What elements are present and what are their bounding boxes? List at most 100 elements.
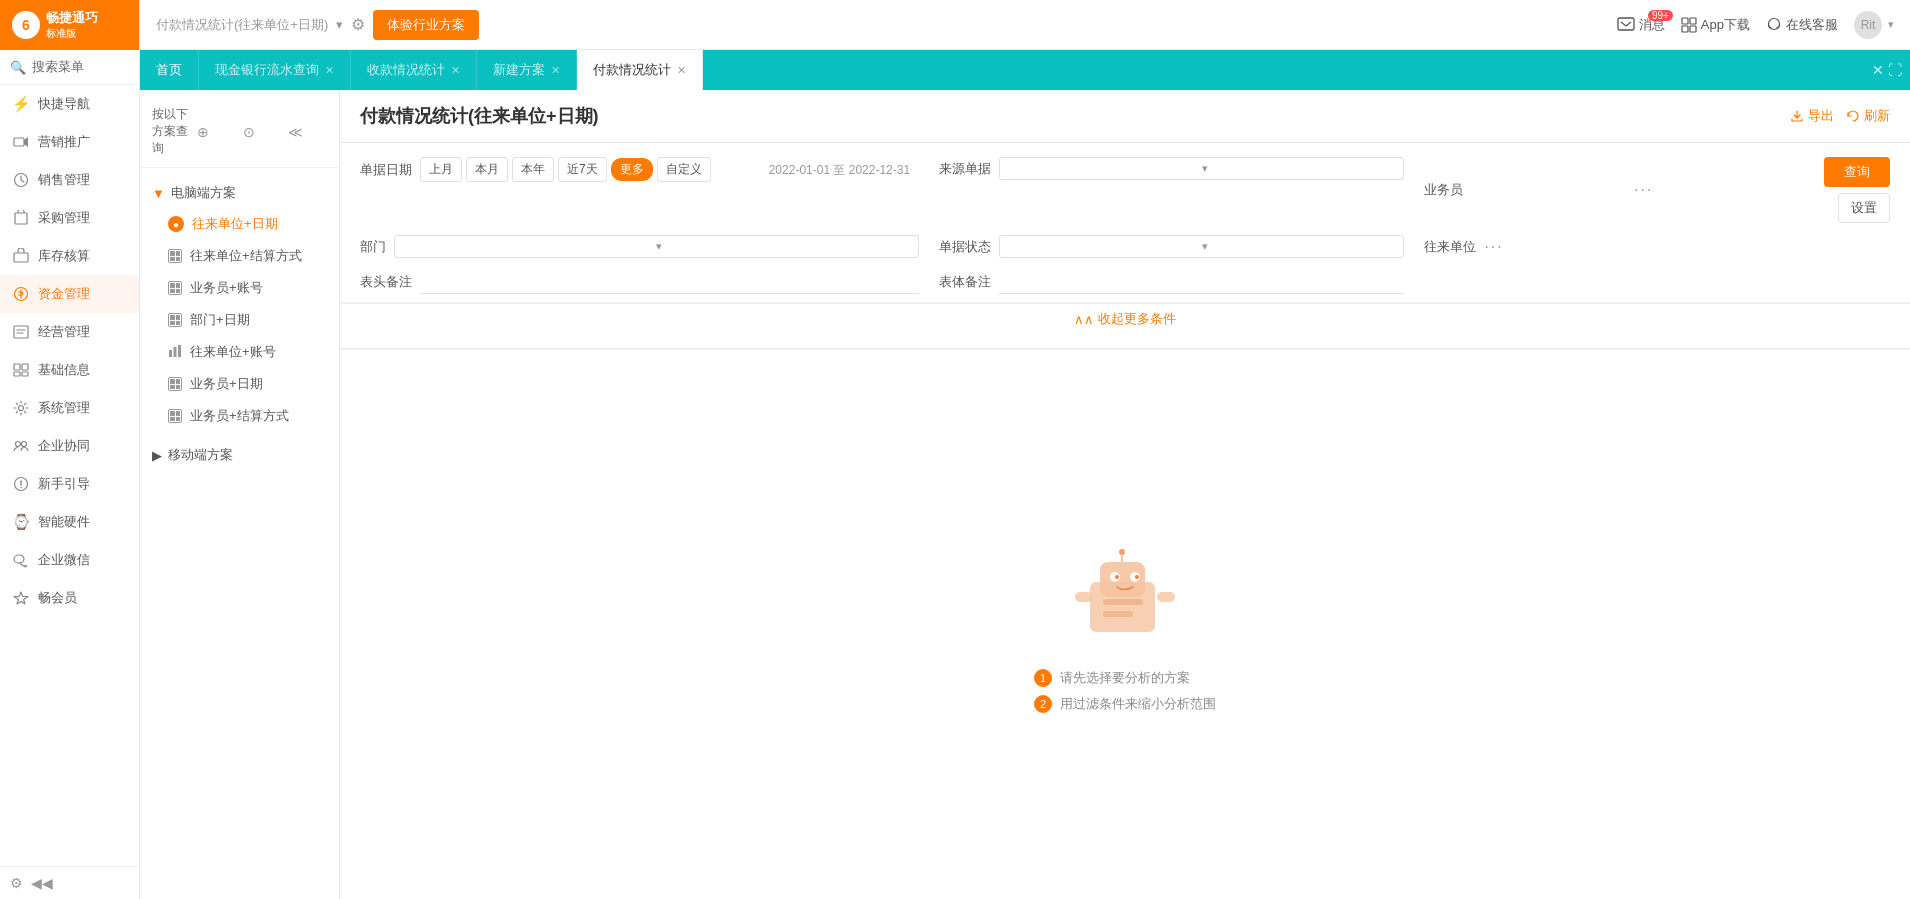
mobile-scheme-title[interactable]: ▶ 移动端方案 [140, 440, 339, 470]
voucher-status-select[interactable]: ▾ [999, 235, 1405, 258]
svg-rect-35 [1157, 592, 1175, 602]
online-service-label: 在线客服 [1786, 16, 1838, 34]
tab-collection-close[interactable]: ✕ [451, 64, 460, 77]
sidebar-item-basic[interactable]: 基础信息 [0, 351, 139, 389]
inventory-icon [12, 247, 30, 265]
collapse-panel-icon[interactable]: ≪ [288, 124, 327, 140]
guide-icon [12, 475, 30, 493]
scheme-item-staff-settle[interactable]: 业务员+结算方式 [140, 400, 339, 432]
tabs-expand-icon[interactable]: ⛶ [1888, 62, 1902, 78]
collapse-sidebar-icon[interactable]: ◀◀ [31, 875, 53, 891]
desktop-scheme-title[interactable]: ▼ 电脑端方案 [140, 178, 339, 208]
topbar-right: 消息 99+ App下载 在线客服 Rit ▾ [1617, 11, 1894, 39]
svg-rect-7 [14, 364, 20, 370]
body-note-input[interactable] [999, 270, 1405, 294]
left-panel-title: 按以下方案查询 [152, 106, 191, 157]
tab-new-scheme-close[interactable]: ✕ [551, 64, 560, 77]
trial-btn[interactable]: 体验行业方案 [373, 10, 479, 40]
sidebar-item-hardware[interactable]: ⌚ 智能硬件 [0, 503, 139, 541]
app-download-icon [1681, 17, 1697, 33]
sidebar-item-sales[interactable]: 销售管理 [0, 161, 139, 199]
scheme-item-staff-account[interactable]: 业务员+账号 [140, 272, 339, 304]
staff-account-icon [168, 281, 182, 295]
partner-date-label: 往来单位+日期 [192, 215, 278, 233]
source-voucher-select[interactable]: ▾ [999, 157, 1405, 180]
add-scheme-icon[interactable]: ⊕ [197, 124, 236, 140]
message-btn[interactable]: 消息 99+ [1617, 16, 1665, 34]
sidebar-item-enterprise[interactable]: 企业协同 [0, 427, 139, 465]
sidebar-item-member[interactable]: 畅会员 [0, 579, 139, 617]
scheme-item-partner-settle[interactable]: 往来单位+结算方式 [140, 240, 339, 272]
left-panel: 按以下方案查询 ⊕ ⊙ ≪ ▼ 电脑端方案 ● 往来单位+日期 [140, 90, 340, 899]
date-btn-this-month[interactable]: 本月 [466, 157, 508, 182]
app-download-btn[interactable]: App下载 [1681, 16, 1750, 34]
header-note-input[interactable] [420, 270, 919, 294]
member-icon [12, 589, 30, 607]
query-btn[interactable]: 查询 [1824, 157, 1890, 187]
search-menu[interactable]: 🔍 搜索菜单 [0, 50, 139, 85]
svg-point-12 [16, 442, 21, 447]
scheme-item-staff-date[interactable]: 业务员+日期 [140, 368, 339, 400]
date-btn-this-year[interactable]: 本年 [512, 157, 554, 182]
sidebar-item-quick-nav[interactable]: ⚡ 快捷导航 [0, 85, 139, 123]
tab-cashflow[interactable]: 现金银行流水查询 ✕ [199, 50, 351, 90]
collapse-filter-btn[interactable]: ∧∧ 收起更多条件 [340, 303, 1910, 334]
tab-home[interactable]: 首页 [140, 50, 199, 90]
refresh-btn[interactable]: 刷新 [1846, 107, 1890, 125]
page-title: 付款情况统计(往来单位+日期) [360, 104, 1790, 128]
sidebar-nav: ⚡ 快捷导航 营销推广 销售管理 采购管理 库存核算 [0, 85, 139, 866]
dept-label: 部门 [360, 238, 386, 256]
tab-new-scheme[interactable]: 新建方案 ✕ [477, 50, 577, 90]
online-service-btn[interactable]: 在线客服 [1766, 16, 1838, 34]
topbar-dropdown-icon[interactable]: ▾ [336, 17, 343, 32]
settings-scheme-icon[interactable]: ⊙ [243, 124, 282, 140]
sidebar-item-operation[interactable]: 经营管理 [0, 313, 139, 351]
voucher-status-label: 单据状态 [939, 238, 991, 256]
tab-payment[interactable]: 付款情况统计 ✕ [577, 50, 703, 90]
date-btn-custom[interactable]: 自定义 [657, 157, 711, 182]
sidebar-item-purchase[interactable]: 采购管理 [0, 199, 139, 237]
left-panel-header: 按以下方案查询 ⊕ ⊙ ≪ [140, 100, 339, 168]
svg-rect-6 [14, 326, 28, 338]
sidebar-item-wechat[interactable]: 企业微信 [0, 541, 139, 579]
filter-actions: 查询 设置 [1824, 157, 1890, 223]
partner-settle-icon [168, 249, 182, 263]
tabs-close-all-icon[interactable]: ✕ [1872, 62, 1884, 78]
step-1-num: 1 [1034, 669, 1052, 687]
staff-settle-label: 业务员+结算方式 [190, 407, 289, 425]
dept-arrow: ▾ [656, 240, 909, 253]
sidebar-item-guide[interactable]: 新手引导 [0, 465, 139, 503]
topbar-settings-icon[interactable]: ⚙ [351, 15, 365, 34]
tab-cashflow-close[interactable]: ✕ [325, 64, 334, 77]
purchase-icon [12, 209, 30, 227]
sidebar-item-inventory[interactable]: 库存核算 [0, 237, 139, 275]
date-btn-7days[interactable]: 近7天 [558, 157, 607, 182]
scheme-item-partner-date[interactable]: ● 往来单位+日期 [140, 208, 339, 240]
dropdown-icon: ▾ [1888, 18, 1894, 31]
staff-select-dots[interactable]: ··· [1634, 181, 1653, 199]
staff-label: 业务员 [1424, 181, 1463, 199]
scheme-item-dept-date[interactable]: 部门+日期 [140, 304, 339, 336]
export-btn[interactable]: 导出 [1790, 107, 1834, 125]
sidebar-item-capital[interactable]: 资金管理 [0, 275, 139, 313]
svg-rect-19 [1690, 18, 1696, 24]
settings-footer-icon[interactable]: ⚙ [10, 875, 23, 891]
marketing-label: 营销推广 [38, 133, 90, 151]
dept-select[interactable]: ▾ [394, 235, 919, 258]
user-area[interactable]: Rit ▾ [1854, 11, 1894, 39]
sidebar-item-marketing[interactable]: 营销推广 [0, 123, 139, 161]
partner-select-dots[interactable]: ··· [1484, 238, 1503, 256]
setting-btn[interactable]: 设置 [1838, 193, 1890, 223]
scheme-item-partner-account[interactable]: 往来单位+账号 [140, 336, 339, 368]
app-name: 畅捷通巧 [46, 9, 98, 27]
date-btn-last-month[interactable]: 上月 [420, 157, 462, 182]
user-avatar: Rit [1854, 11, 1882, 39]
date-btn-more[interactable]: 更多 [611, 158, 653, 181]
refresh-icon [1846, 109, 1860, 123]
svg-rect-21 [1690, 26, 1696, 32]
tab-payment-close[interactable]: ✕ [677, 64, 686, 77]
sidebar-item-system[interactable]: 系统管理 [0, 389, 139, 427]
voucher-status-arrow: ▾ [1202, 240, 1396, 253]
desktop-scheme-section: ▼ 电脑端方案 ● 往来单位+日期 往来单位+结算方式 [140, 174, 339, 436]
tab-collection[interactable]: 收款情况统计 ✕ [351, 50, 477, 90]
